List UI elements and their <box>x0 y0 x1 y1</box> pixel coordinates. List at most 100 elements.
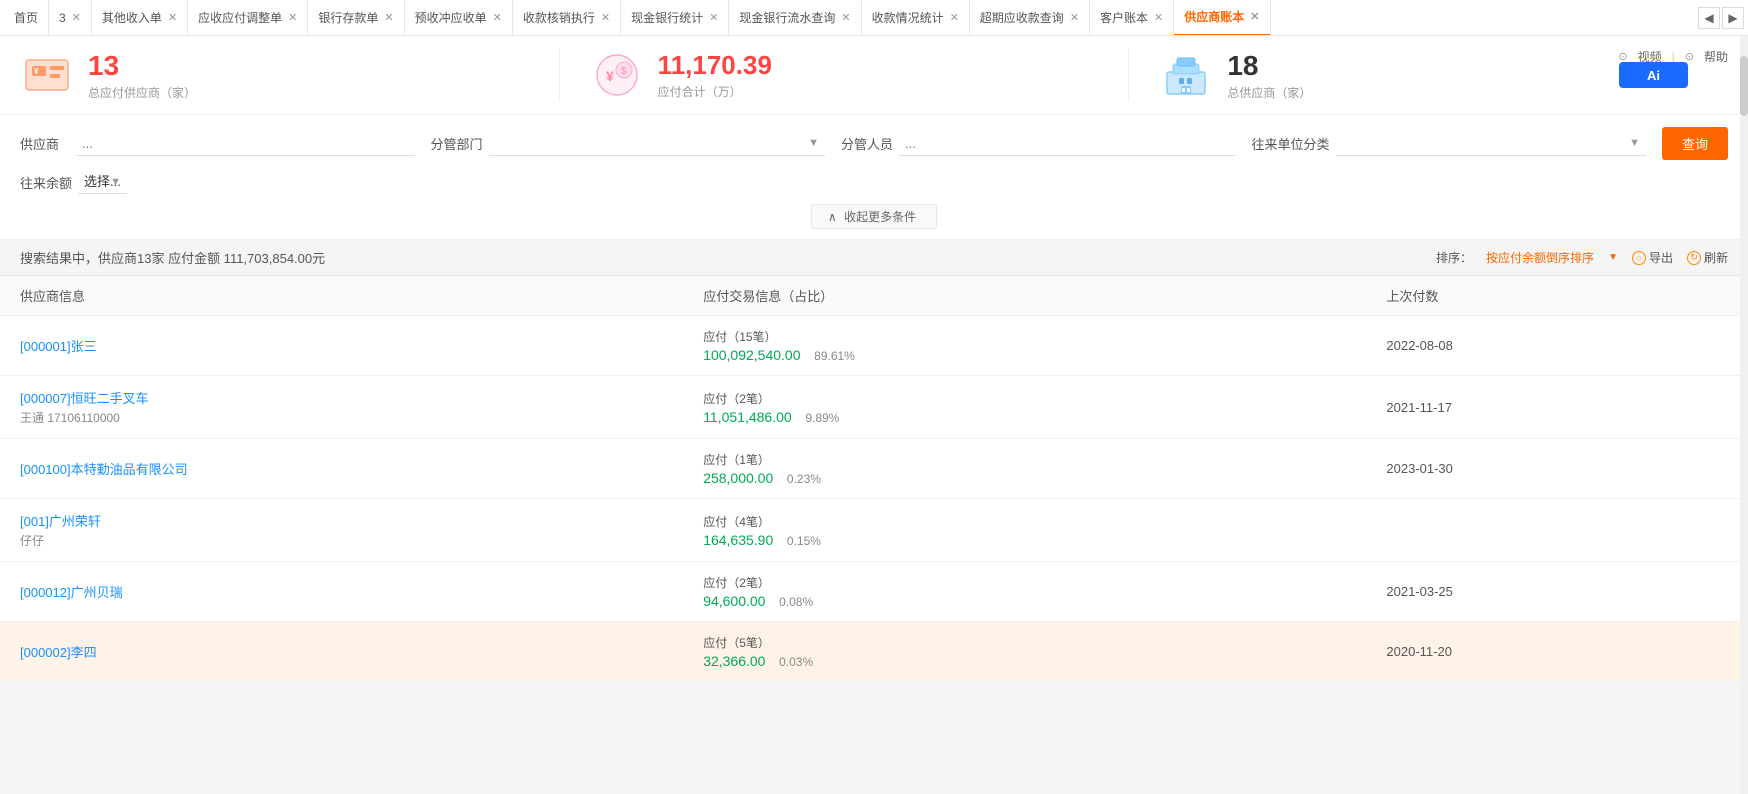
payable-total-number: 11,170.39 <box>658 50 772 81</box>
nav-tab-overdue-query[interactable]: 超期应收款查询 ✕ <box>970 0 1090 36</box>
category-select[interactable] <box>1336 132 1646 155</box>
payable-amount-link[interactable]: 11,051,486.00 <box>703 409 792 425</box>
close-icon[interactable]: ✕ <box>841 11 850 24</box>
balance-select[interactable]: 选择... <box>78 170 127 193</box>
supplier-link[interactable]: [001]广州荣轩 <box>20 514 101 529</box>
balance-select-wrapper[interactable]: 选择... ▼ <box>78 170 127 194</box>
close-icon[interactable]: ✕ <box>1154 11 1163 24</box>
payable-amount-link[interactable]: 32,366.00 <box>703 653 765 669</box>
nav-next-button[interactable]: ▶ <box>1722 7 1744 29</box>
nav-tab-bank-deposit[interactable]: 银行存款单 ✕ <box>308 0 404 36</box>
person-filter-label: 分管人员 <box>841 134 893 153</box>
close-icon[interactable]: ✕ <box>1070 11 1079 24</box>
close-icon[interactable]: ✕ <box>493 11 502 24</box>
total-suppliers-icon <box>1159 48 1213 102</box>
last-pay-date: 2022-08-08 <box>1386 338 1728 353</box>
last-pay-date: 2021-03-25 <box>1386 584 1728 599</box>
close-icon[interactable]: ✕ <box>168 11 177 24</box>
nav-tab-supplier-account[interactable]: 供应商账本 ✕ <box>1174 0 1270 36</box>
last-pay-date: 2023-01-30 <box>1386 461 1728 476</box>
filter-row-2: 往来余额 选择... ▼ <box>20 170 1728 194</box>
dept-select-wrapper[interactable]: ▼ <box>489 132 825 156</box>
nav-tab-home[interactable]: 首页 <box>4 0 49 36</box>
nav-tab-ar-ap-adjust[interactable]: 应收应付调整单 ✕ <box>188 0 308 36</box>
nav-tab-customer-account[interactable]: 客户账本 ✕ <box>1090 0 1174 36</box>
supplier-link[interactable]: [000001]张三 <box>20 339 97 354</box>
filter-category: 往来单位分类 ▼ <box>1252 132 1647 156</box>
summary-bar: ¥ 13 总应付供应商（家） ¥ $ 11,170.39 应付合计（万） <box>0 36 1748 115</box>
summary-info-1: 13 总应付供应商（家） <box>88 49 196 102</box>
close-icon[interactable]: ✕ <box>384 11 393 24</box>
payable-count: 应付（15笔） <box>703 328 1386 345</box>
payable-pct: 89.61% <box>814 349 855 363</box>
help-icon: ⊙ <box>1685 50 1694 63</box>
svg-text:$: $ <box>621 66 627 77</box>
nav-tab-receipt-verify[interactable]: 收款核销执行 ✕ <box>513 0 621 36</box>
payable-total-label: 应付合计（万） <box>658 83 772 100</box>
nav-tab-cash-bank-flow[interactable]: 现金银行流水查询 ✕ <box>729 0 861 36</box>
close-icon[interactable]: ✕ <box>709 11 718 24</box>
table-row: [000007]恒旺二手叉车 王通 17106110000 应付（2笔） 11,… <box>0 376 1748 439</box>
nav-tab-prepay-collect[interactable]: 预收冲应收单 ✕ <box>405 0 513 36</box>
nav-tab-receipt-stat[interactable]: 收款情况统计 ✕ <box>862 0 970 36</box>
nav-arrows: ◀ ▶ <box>1698 7 1744 29</box>
total-suppliers-number: 18 <box>1227 49 1311 83</box>
supplier-input[interactable] <box>76 132 415 156</box>
total-payable-suppliers-label: 总应付供应商（家） <box>88 84 196 101</box>
chevron-down-icon: ▼ <box>1608 252 1618 263</box>
payable-amount-link[interactable]: 258,000.00 <box>703 470 773 486</box>
payable-pct: 0.15% <box>787 534 821 548</box>
ai-button[interactable]: Ai <box>1619 62 1688 88</box>
supplier-info-cell: [000012]广州贝瑞 <box>20 582 703 601</box>
payable-amount-link[interactable]: 164,635.90 <box>703 532 773 548</box>
table-header: 供应商信息 应付交易信息（占比） 上次付数 <box>0 276 1748 316</box>
nav-tab-cash-bank-stat[interactable]: 现金银行统计 ✕ <box>621 0 729 36</box>
supplier-link[interactable]: [000100]本特勤油品有限公司 <box>20 462 188 477</box>
close-icon[interactable]: ✕ <box>288 11 297 24</box>
result-actions: 排序： 按应付余额倒序排序 ▼ ○ 导出 ↻ 刷新 <box>1436 249 1728 266</box>
payable-pct: 0.03% <box>779 655 813 669</box>
payable-total-icon: ¥ $ <box>590 48 644 102</box>
payable-info-cell: 应付（2笔） 94,600.00 0.08% <box>703 574 1386 609</box>
supplier-link[interactable]: [000002]李四 <box>20 645 97 660</box>
collapse-bar: ∧ 收起更多条件 <box>20 204 1728 229</box>
svg-text:¥: ¥ <box>34 67 39 76</box>
close-icon[interactable]: ✕ <box>601 11 610 24</box>
payable-info-cell: 应付（4笔） 164,635.90 0.15% <box>703 513 1386 548</box>
close-icon[interactable]: ✕ <box>950 11 959 24</box>
nav-prev-button[interactable]: ◀ <box>1698 7 1720 29</box>
sort-value[interactable]: 按应付余额倒序排序 <box>1486 249 1594 266</box>
help-link[interactable]: 帮助 <box>1704 48 1728 65</box>
category-select-wrapper[interactable]: ▼ <box>1336 132 1646 156</box>
payable-count: 应付（4笔） <box>703 513 1386 530</box>
scrollbar-thumb[interactable] <box>1740 56 1748 116</box>
payable-count: 应付（1笔） <box>703 451 1386 468</box>
nav-tab-3[interactable]: 3 ✕ <box>49 0 92 36</box>
payable-pct: 9.89% <box>805 411 839 425</box>
export-button[interactable]: ○ 导出 <box>1632 249 1673 266</box>
refresh-button[interactable]: ↻ 刷新 <box>1687 249 1728 266</box>
supplier-info-cell: [000007]恒旺二手叉车 王通 17106110000 <box>20 388 703 426</box>
result-text: 搜索结果中，供应商13家 应付金额 111,703,854.00元 <box>20 248 325 267</box>
table-row: [000002]李四 应付（5笔） 32,366.00 0.03% 2020-1… <box>0 622 1748 682</box>
payable-amount-link[interactable]: 100,092,540.00 <box>703 347 800 363</box>
scrollbar[interactable] <box>1740 36 1748 794</box>
payable-count: 应付（5笔） <box>703 634 1386 651</box>
close-icon[interactable]: ✕ <box>1250 10 1259 23</box>
table-row: [000001]张三 应付（15笔） 100,092,540.00 89.61%… <box>0 316 1748 376</box>
search-button[interactable]: 查询 <box>1662 127 1728 160</box>
summary-card-2: ¥ $ 11,170.39 应付合计（万） <box>590 48 1130 102</box>
person-input[interactable] <box>899 132 1235 156</box>
supplier-link[interactable]: [000012]广州贝瑞 <box>20 585 123 600</box>
payable-info-cell: 应付（5笔） 32,366.00 0.03% <box>703 634 1386 669</box>
payable-pct: 0.23% <box>787 472 821 486</box>
close-icon[interactable]: ✕ <box>72 11 81 24</box>
collapse-button[interactable]: ∧ 收起更多条件 <box>811 204 937 229</box>
supplier-link[interactable]: [000007]恒旺二手叉车 <box>20 391 149 406</box>
total-payable-suppliers-number: 13 <box>88 49 196 83</box>
nav-tab-other-income[interactable]: 其他收入单 ✕ <box>92 0 188 36</box>
summary-card-1: ¥ 13 总应付供应商（家） <box>20 48 560 102</box>
dept-select[interactable] <box>489 132 825 155</box>
filter-supplier: 供应商 <box>20 132 415 156</box>
payable-amount-link[interactable]: 94,600.00 <box>703 593 765 609</box>
